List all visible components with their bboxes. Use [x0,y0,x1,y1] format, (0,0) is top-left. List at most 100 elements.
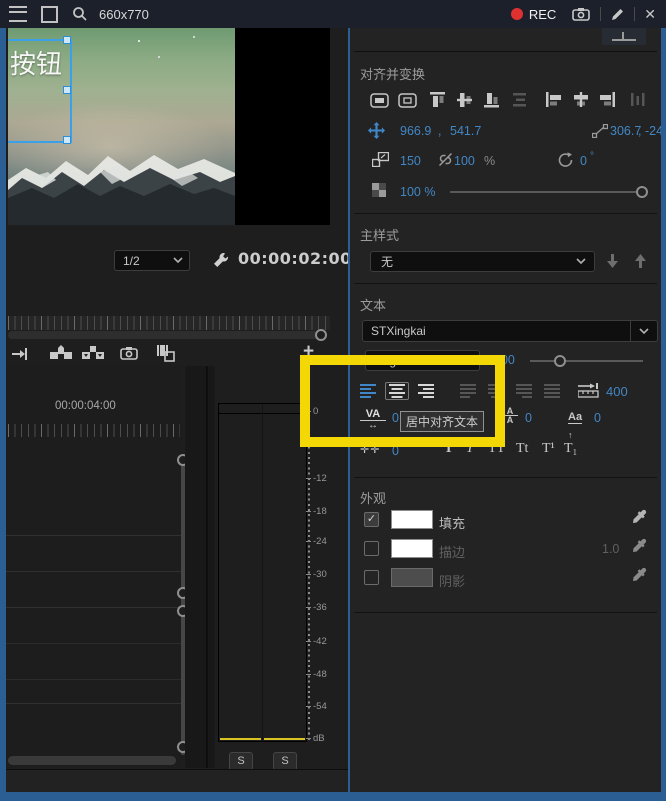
program-monitor: 按钮 [8,28,330,225]
timeline-horizontal-scrollbar[interactable] [8,756,176,765]
opacity-slider-handle[interactable] [636,186,648,198]
mask-frame-icon[interactable] [398,93,417,108]
align-vertical-center-icon[interactable] [457,92,473,108]
baseline-offset-icon[interactable]: ✛✛ [360,443,380,456]
master-style-title: 主样式 [360,228,400,243]
shadow-eyedropper-icon[interactable] [632,567,647,582]
stroke-checkbox[interactable] [364,541,379,556]
tracking-value[interactable]: 400 [606,384,628,399]
push-style-down-icon[interactable] [605,253,620,269]
opacity-checkerboard-icon[interactable] [372,183,386,197]
screenshot-camera-icon[interactable] [572,7,591,21]
align-text-left-button[interactable] [356,382,380,400]
master-style-select[interactable]: 无 [370,251,595,272]
small-caps-button[interactable]: Tt [516,441,528,457]
font-family-select[interactable]: STXingkai [362,320,658,342]
anchor-point-icon[interactable] [592,124,608,138]
close-icon[interactable]: ✕ [644,6,656,23]
all-caps-button[interactable]: TT [488,441,505,457]
kerning-value[interactable]: 0 [392,411,399,425]
align-horizontal-center-icon[interactable] [573,92,589,108]
opacity-value[interactable]: 100 % [400,185,435,199]
monitor-time-ruler[interactable] [8,316,330,330]
leading-value[interactable]: 0 [525,411,532,425]
font-size-slider-handle[interactable] [554,355,566,367]
font-style-select[interactable]: Regular [365,350,480,371]
insert-icon[interactable] [12,347,28,361]
font-size-slider[interactable] [530,360,643,362]
distribute-horizontal-icon[interactable] [630,92,646,108]
shadow-checkbox[interactable] [364,570,379,585]
stroke-color-swatch[interactable] [391,539,433,558]
chevron-down-icon [576,258,586,265]
app-window: 660x770 REC ✕ 按钮 1/2 00:00:02:00 + 00:00… [0,0,666,801]
faux-italic-button[interactable]: T [466,441,474,457]
position-y-value[interactable]: 541.7 [450,124,481,138]
tracking-ruler-icon[interactable] [578,383,600,398]
fill-checkbox[interactable]: ✓ [364,512,379,527]
faux-bold-button[interactable]: T [444,441,453,457]
pencil-icon[interactable] [610,7,625,22]
baseline-offset-value[interactable]: 0 [392,444,399,458]
scale-icon[interactable] [372,152,389,167]
stroke-width-value[interactable]: 1.0 [602,542,619,556]
justify-last-center-button[interactable] [484,382,508,400]
align-text-center-button[interactable] [385,382,409,400]
settings-wrench-icon[interactable] [212,251,230,269]
position-x-value[interactable]: 966.9 [400,124,431,138]
meter-channel-divider [262,404,263,741]
tooltip-text: 居中对齐文本 [405,415,478,429]
kerning-va-icon[interactable]: VA ↔ [360,408,386,431]
selection-handle[interactable] [63,136,71,144]
mask-rect-icon[interactable] [370,93,389,108]
search-icon[interactable] [72,6,88,22]
shadow-color-swatch[interactable] [391,568,433,587]
align-right-icon[interactable] [600,92,616,108]
window-icon[interactable] [41,5,58,23]
anchor-x-value[interactable]: 306.7 [610,124,641,138]
leading-icon[interactable]: A A [502,407,518,425]
export-frame-camera-icon[interactable] [120,346,138,360]
link-broken-icon[interactable] [438,152,453,167]
font-size-value[interactable]: 100 [494,353,515,367]
justify-last-left-button[interactable] [456,382,480,400]
distribute-vertical-icon[interactable] [512,92,528,108]
timeline-ruler[interactable] [8,424,180,437]
scale-height-value[interactable]: 100 [454,154,475,168]
rec-dot-icon[interactable] [510,8,523,20]
stroke-eyedropper-icon[interactable] [632,538,647,553]
fill-eyedropper-icon[interactable] [632,509,647,524]
opacity-slider[interactable] [450,191,647,193]
selection-handle[interactable] [63,36,71,44]
selection-handle[interactable] [63,86,71,94]
align-text-right-button[interactable] [414,382,438,400]
rotation-value[interactable]: 0 [580,154,587,168]
meter-level-right [264,738,305,740]
scale-width-value[interactable]: 150 [400,154,421,168]
partial-button[interactable] [602,28,646,45]
add-track-film-icon[interactable] [156,344,176,362]
extract-icon[interactable] [82,345,104,361]
subscript-button[interactable]: T₁ [564,441,577,457]
text-overlay[interactable]: 按钮 [10,44,62,81]
monitor-scrollbar[interactable] [8,331,322,339]
justify-last-right-button[interactable] [512,382,536,400]
position-move-icon[interactable] [368,122,385,139]
anchor-y-value[interactable]: -24.9 [645,124,661,138]
superscript-button[interactable]: T¹ [542,441,555,457]
align-top-icon[interactable] [430,92,446,108]
justify-all-button[interactable] [540,382,564,400]
menu-icon[interactable] [9,6,27,22]
align-bottom-icon[interactable] [484,92,500,108]
zoom-level-select[interactable]: 1/2 [114,250,190,271]
fill-color-swatch[interactable] [391,510,433,529]
baseline-shift-icon[interactable]: Aa ↑ [568,407,590,443]
lift-icon[interactable] [50,345,72,361]
align-left-icon[interactable] [546,92,562,108]
baseline-shift-value[interactable]: 0 [594,411,601,425]
pull-style-up-icon[interactable] [633,253,648,269]
rotation-icon[interactable] [557,151,575,168]
rec-label[interactable]: REC [529,7,556,22]
font-family-chevron-cell[interactable] [630,321,657,341]
window-title: 660x770 [99,6,149,22]
